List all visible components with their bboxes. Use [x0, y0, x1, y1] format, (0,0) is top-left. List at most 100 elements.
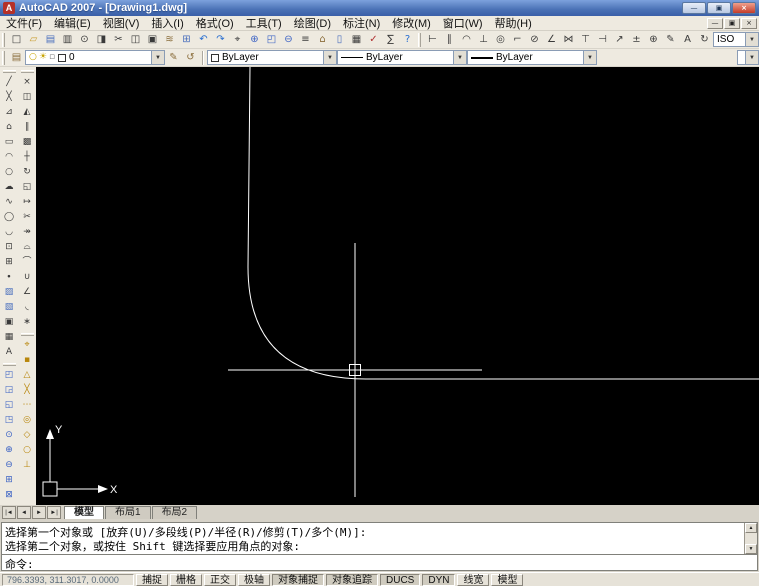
model-space-status-button[interactable]: 模型 [491, 573, 524, 586]
quick-leader-button[interactable]: ↗ [611, 31, 628, 48]
dim-continue-button[interactable]: ⊣ [594, 31, 611, 48]
layer-previous-button[interactable]: ↺ [182, 49, 199, 66]
ducs-status-button[interactable]: DUCS [380, 573, 421, 586]
region-button[interactable]: ▣ [0, 315, 18, 330]
zoom-previous-button[interactable]: ⊖ [280, 31, 297, 48]
snap-perpendicular-button[interactable]: ⊥ [18, 458, 36, 473]
layer-dropdown[interactable]: ○ ☀ ▫ 0 ▼ [25, 50, 165, 65]
dyn-status-button[interactable]: DYN [422, 573, 456, 586]
dim-update-button[interactable]: ↻ [696, 31, 713, 48]
markup-set-manager-button[interactable]: ✓ [365, 31, 382, 48]
toolbar-grip[interactable] [2, 363, 16, 366]
tab-nav-button[interactable]: ►| [47, 506, 61, 519]
quick-dimension-button[interactable]: ⋈ [560, 31, 577, 48]
dim-text-edit-button[interactable]: A [679, 31, 696, 48]
gradient-button[interactable]: ▧ [0, 300, 18, 315]
join-button[interactable]: ∪ [18, 270, 36, 285]
menu-item[interactable]: 格式(O) [190, 16, 240, 30]
zoom-realtime-button[interactable]: ⊕ [246, 31, 263, 48]
help-button[interactable]: ? [399, 31, 416, 48]
dim-jogged-button[interactable]: ⌐ [509, 31, 526, 48]
menu-item[interactable]: 文件(F) [0, 16, 48, 30]
tolerance-button[interactable]: ± [628, 31, 645, 48]
model-tab[interactable]: 模型 [64, 506, 104, 519]
menu-item[interactable]: 修改(M) [386, 16, 437, 30]
offset-button[interactable]: ∥ [18, 120, 36, 135]
new-file-button[interactable]: □ [8, 31, 25, 48]
dim-diameter-button[interactable]: ⊘ [526, 31, 543, 48]
plot-button[interactable]: ▥ [59, 31, 76, 48]
explode-button[interactable]: ∗ [18, 315, 36, 330]
zoom-extents-button[interactable]: ⊠ [0, 488, 18, 503]
extend-button[interactable]: ↠ [18, 225, 36, 240]
snap-midpoint-button[interactable]: △ [18, 368, 36, 383]
menu-item[interactable]: 帮助(H) [489, 16, 538, 30]
drawing-viewport[interactable]: YX [36, 67, 759, 505]
dim-aligned-button[interactable]: ∥ [441, 31, 458, 48]
break-button[interactable]: ⌒ [18, 255, 36, 270]
command-prompt[interactable]: 命令: [5, 558, 34, 571]
pan-realtime-button[interactable]: ⌖ [229, 31, 246, 48]
grid-status-button[interactable]: 栅格 [170, 573, 202, 586]
snap-extension-button[interactable]: ⋯ [18, 398, 36, 413]
rectangle-button[interactable]: ▭ [0, 135, 18, 150]
polygon-button[interactable]: ⌂ [0, 120, 18, 135]
spline-button[interactable]: ∿ [0, 195, 18, 210]
match-properties-button[interactable]: ≋ [161, 31, 178, 48]
make-block-button[interactable]: ⊞ [0, 255, 18, 270]
color-dropdown[interactable]: ByLayer ▼ [207, 50, 337, 65]
array-button[interactable]: ▩ [18, 135, 36, 150]
lineweight-status-button[interactable]: 线宽 [457, 573, 490, 586]
revision-cloud-button[interactable]: ☁ [0, 180, 18, 195]
save-file-button[interactable]: ▤ [42, 31, 59, 48]
tab-nav-button[interactable]: ◄ [17, 506, 31, 519]
zoom-window-button[interactable]: ◰ [0, 368, 18, 383]
paste-button[interactable]: ▣ [144, 31, 161, 48]
menu-item[interactable]: 插入(I) [145, 16, 189, 30]
dim-arc-length-button[interactable]: ◠ [458, 31, 475, 48]
insert-block-button[interactable]: ⊡ [0, 240, 18, 255]
menu-item[interactable]: 工具(T) [240, 16, 288, 30]
menu-item[interactable]: 标注(N) [337, 16, 386, 30]
sheet-set-manager-button[interactable]: ▦ [348, 31, 365, 48]
dim-ordinate-button[interactable]: ⊥ [475, 31, 492, 48]
window-minimize-button[interactable]: — [682, 2, 706, 14]
snap-from-button[interactable]: ⌖ [18, 338, 36, 353]
undo-button[interactable]: ↶ [195, 31, 212, 48]
point-button[interactable]: ∙ [0, 270, 18, 285]
toolbar-grip[interactable] [20, 333, 34, 336]
scroll-down-icon[interactable]: ▼ [745, 544, 757, 554]
toolbar-grip[interactable] [2, 50, 5, 65]
dropdown-arrow-icon[interactable]: ▼ [151, 51, 164, 64]
rotate-button[interactable]: ↻ [18, 165, 36, 180]
designcenter-button[interactable]: ⌂ [314, 31, 331, 48]
lineweight-dropdown[interactable]: ByLayer ▼ [467, 50, 597, 65]
publish-button[interactable]: ◨ [93, 31, 110, 48]
mirror-button[interactable]: ◭ [18, 105, 36, 120]
mdi-minimize-button[interactable]: — [707, 17, 723, 29]
copy-clip-button[interactable]: ◫ [127, 31, 144, 48]
zoom-scale-button[interactable]: ◱ [0, 398, 18, 413]
dim-edit-button[interactable]: ✎ [662, 31, 679, 48]
zoom-object-button[interactable]: ⊙ [0, 428, 18, 443]
snap-intersection-button[interactable]: ╳ [18, 383, 36, 398]
center-mark-button[interactable]: ⊕ [645, 31, 662, 48]
otrack-status-button[interactable]: 对象追踪 [326, 573, 378, 586]
tab-nav-button[interactable]: ► [32, 506, 46, 519]
ellipse-button[interactable]: ◯ [0, 210, 18, 225]
command-input-row[interactable]: 命令: [1, 555, 758, 571]
toolbar-grip[interactable] [418, 32, 421, 47]
mdi-restore-button[interactable]: ▣ [724, 17, 740, 29]
multiline-text-button[interactable]: A [0, 345, 18, 360]
chamfer-button[interactable]: ∠ [18, 285, 36, 300]
snap-endpoint-button[interactable]: ▪ [18, 353, 36, 368]
break-at-point-button[interactable]: ⌓ [18, 240, 36, 255]
polyline-button[interactable]: ⊿ [0, 105, 18, 120]
toolbar-grip[interactable] [20, 70, 34, 73]
linetype-dropdown[interactable]: ByLayer ▼ [337, 50, 467, 65]
menu-item[interactable]: 绘图(D) [288, 16, 337, 30]
layout2-tab[interactable]: 布局2 [151, 506, 198, 519]
ellipse-arc-button[interactable]: ◡ [0, 225, 18, 240]
plot-preview-button[interactable]: ⊙ [76, 31, 93, 48]
cut-button[interactable]: ✂ [110, 31, 127, 48]
